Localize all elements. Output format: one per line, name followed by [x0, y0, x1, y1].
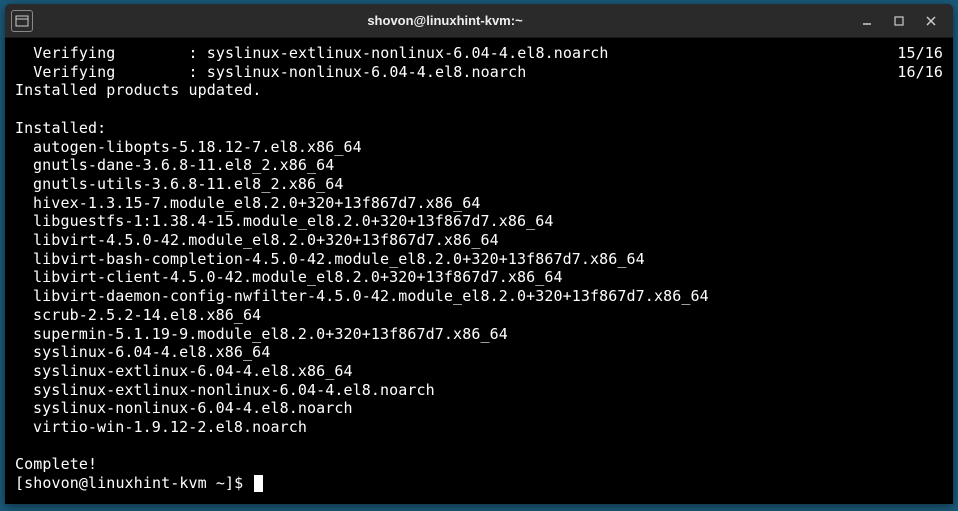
updated-line: Installed products updated.	[15, 81, 943, 100]
installed-item: gnutls-dane-3.6.8-11.el8_2.x86_64	[15, 156, 943, 175]
verify-line: Verifying : syslinux-extlinux-nonlinux-6…	[15, 44, 943, 63]
verify-count: 15/16	[897, 44, 943, 63]
close-button[interactable]	[915, 9, 947, 33]
minimize-button[interactable]	[851, 9, 883, 33]
verify-package: syslinux-nonlinux-6.04-4.el8.noarch	[207, 63, 527, 82]
shell-prompt: [shovon@linuxhint-kvm ~]$	[15, 474, 252, 493]
installed-item: syslinux-extlinux-6.04-4.el8.x86_64	[15, 362, 943, 381]
maximize-button[interactable]	[883, 9, 915, 33]
installed-header: Installed:	[15, 119, 943, 138]
installed-item: gnutls-utils-3.6.8-11.el8_2.x86_64	[15, 175, 943, 194]
installed-item: libguestfs-1:1.38.4-15.module_el8.2.0+32…	[15, 212, 943, 231]
installed-item: libvirt-bash-completion-4.5.0-42.module_…	[15, 250, 943, 269]
installed-item: syslinux-extlinux-nonlinux-6.04-4.el8.no…	[15, 381, 943, 400]
prompt-line: [shovon@linuxhint-kvm ~]$	[15, 474, 943, 493]
terminal-menu-icon[interactable]	[11, 10, 33, 32]
verify-label: Verifying :	[15, 63, 207, 82]
installed-item: scrub-2.5.2-14.el8.x86_64	[15, 306, 943, 325]
window-title: shovon@linuxhint-kvm:~	[39, 13, 851, 28]
installed-item: supermin-5.1.19-9.module_el8.2.0+320+13f…	[15, 325, 943, 344]
installed-item: virtio-win-1.9.12-2.el8.noarch	[15, 418, 943, 437]
verify-count: 16/16	[897, 63, 943, 82]
installed-item: autogen-libopts-5.18.12-7.el8.x86_64	[15, 138, 943, 157]
installed-item: libvirt-daemon-config-nwfilter-4.5.0-42.…	[15, 287, 943, 306]
verify-line: Verifying : syslinux-nonlinux-6.04-4.el8…	[15, 63, 943, 82]
installed-item: libvirt-client-4.5.0-42.module_el8.2.0+3…	[15, 268, 943, 287]
installed-item: syslinux-6.04-4.el8.x86_64	[15, 343, 943, 362]
cursor	[254, 475, 263, 492]
installed-item: syslinux-nonlinux-6.04-4.el8.noarch	[15, 399, 943, 418]
installed-item: libvirt-4.5.0-42.module_el8.2.0+320+13f8…	[15, 231, 943, 250]
titlebar: shovon@linuxhint-kvm:~	[5, 4, 953, 38]
verify-package: syslinux-extlinux-nonlinux-6.04-4.el8.no…	[207, 44, 609, 63]
installed-item: hivex-1.3.15-7.module_el8.2.0+320+13f867…	[15, 194, 943, 213]
blank-line	[15, 437, 943, 456]
blank-line	[15, 100, 943, 119]
complete-line: Complete!	[15, 455, 943, 474]
window-controls	[851, 9, 947, 33]
verify-label: Verifying :	[15, 44, 207, 63]
terminal-window: shovon@linuxhint-kvm:~ Verifying : sysli…	[5, 4, 953, 504]
terminal-content[interactable]: Verifying : syslinux-extlinux-nonlinux-6…	[5, 38, 953, 499]
